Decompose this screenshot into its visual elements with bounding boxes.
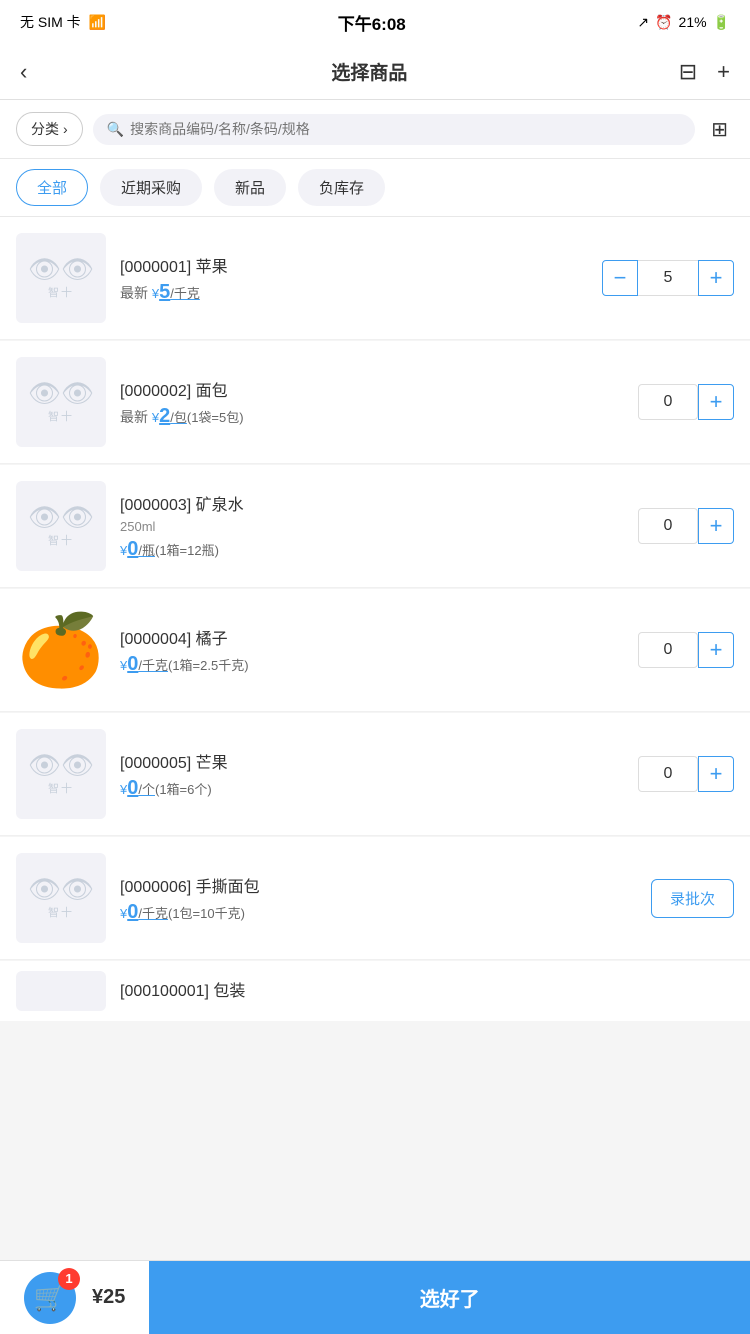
quantity-input[interactable] bbox=[638, 508, 698, 544]
quantity-decrease[interactable]: − bbox=[602, 260, 638, 296]
list-item: 🍊 [0000004] 橘子 ¥0/千克(1箱=2.5千克) + bbox=[0, 589, 750, 712]
product-name: [0000003] 矿泉水 bbox=[120, 491, 624, 515]
filter-tabs: 全部 近期采购 新品 负库存 bbox=[0, 159, 750, 217]
tab-all[interactable]: 全部 bbox=[16, 169, 88, 206]
product-image bbox=[16, 971, 106, 1011]
nav-actions: ⊟ + bbox=[679, 59, 730, 85]
quantity-control: + bbox=[638, 632, 734, 668]
bottom-bar: 🛒 1 ¥25 选好了 bbox=[0, 1260, 750, 1334]
category-label: 分类 bbox=[31, 119, 59, 139]
status-carrier: 无 SIM 卡 📶 bbox=[20, 12, 106, 32]
product-emoji: 🍊 bbox=[17, 605, 104, 695]
product-info: [0000002] 面包 最新 ¥2/包(1袋=5包) bbox=[120, 377, 624, 428]
list-item: 👁👁 智十 [0000002] 面包 最新 ¥2/包(1袋=5包) + bbox=[0, 341, 750, 464]
wifi-icon: 📶 bbox=[89, 14, 106, 31]
status-time: 下午6:08 bbox=[338, 10, 406, 35]
location-icon: ↗ bbox=[637, 14, 649, 31]
cart-icon-wrapper[interactable]: 🛒 1 bbox=[24, 1272, 76, 1324]
product-name: [0000001] 苹果 bbox=[120, 253, 588, 277]
battery-text: 21% bbox=[679, 14, 707, 30]
product-spec: 250ml bbox=[120, 519, 624, 534]
list-item: 👁👁 智十 [0000001] 苹果 最新 ¥5/千克 − + bbox=[0, 217, 750, 340]
quantity-control: + bbox=[638, 756, 734, 792]
status-indicators: ↗ ⏰ 21% 🔋 bbox=[637, 14, 730, 31]
quantity-increase[interactable]: + bbox=[698, 756, 734, 792]
list-item: 👁👁 智十 [0000005] 芒果 ¥0/个(1箱=6个) + bbox=[0, 713, 750, 836]
product-price: 最新 ¥5/千克 bbox=[120, 281, 588, 304]
quantity-control: − + bbox=[602, 260, 734, 296]
search-bar: 分类 › 🔍 ⊞ bbox=[0, 100, 750, 159]
cart-badge: 1 bbox=[58, 1268, 80, 1290]
product-price: ¥0/千克(1包=10千克) bbox=[120, 901, 637, 924]
owl-placeholder: 👁👁 智十 bbox=[28, 256, 94, 300]
product-info: [0000006] 手撕面包 ¥0/千克(1包=10千克) bbox=[120, 873, 637, 924]
owl-placeholder: 👁👁 智十 bbox=[28, 752, 94, 796]
batch-button[interactable]: 录批次 bbox=[651, 879, 734, 918]
tab-new[interactable]: 新品 bbox=[214, 169, 286, 206]
quantity-input[interactable] bbox=[638, 384, 698, 420]
cart-section: 🛒 1 ¥25 bbox=[0, 1272, 149, 1324]
quantity-control: + bbox=[638, 384, 734, 420]
status-bar: 无 SIM 卡 📶 下午6:08 ↗ ⏰ 21% 🔋 bbox=[0, 0, 750, 44]
search-icon: 🔍 bbox=[107, 121, 124, 138]
quantity-control: + bbox=[638, 508, 734, 544]
product-image: 👁👁 智十 bbox=[16, 233, 106, 323]
product-info: [0000001] 苹果 最新 ¥5/千克 bbox=[120, 253, 588, 304]
tab-recent[interactable]: 近期采购 bbox=[100, 169, 202, 206]
product-name: [0000002] 面包 bbox=[120, 377, 624, 401]
product-price: ¥0/个(1箱=6个) bbox=[120, 777, 624, 800]
search-input[interactable] bbox=[130, 121, 681, 137]
owl-placeholder: 👁👁 智十 bbox=[28, 504, 94, 548]
filter-icon[interactable]: ⊟ bbox=[679, 59, 697, 85]
product-image: 👁👁 智十 bbox=[16, 481, 106, 571]
product-price: 最新 ¥2/包(1袋=5包) bbox=[120, 405, 624, 428]
product-image: 👁👁 智十 bbox=[16, 357, 106, 447]
product-name: [0000006] 手撕面包 bbox=[120, 873, 637, 897]
quantity-increase[interactable]: + bbox=[698, 384, 734, 420]
category-button[interactable]: 分类 › bbox=[16, 112, 83, 146]
quantity-increase[interactable]: + bbox=[698, 260, 734, 296]
add-button[interactable]: + bbox=[717, 59, 730, 85]
carrier-text: 无 SIM 卡 bbox=[20, 12, 81, 32]
back-button[interactable]: ‹ bbox=[20, 59, 60, 85]
product-price: ¥0/瓶(1箱=12瓶) bbox=[120, 538, 624, 561]
product-name: [0000005] 芒果 bbox=[120, 749, 624, 773]
list-item: 👁👁 智十 [0000006] 手撕面包 ¥0/千克(1包=10千克) 录批次 bbox=[0, 837, 750, 960]
quantity-increase[interactable]: + bbox=[698, 632, 734, 668]
product-image: 👁👁 智十 bbox=[16, 729, 106, 819]
list-item: [000100001] 包装 bbox=[0, 961, 750, 1021]
product-info: [0000004] 橘子 ¥0/千克(1箱=2.5千克) bbox=[120, 625, 624, 676]
product-info: [000100001] 包装 bbox=[120, 977, 734, 1005]
list-item: 👁👁 智十 [0000003] 矿泉水 250ml ¥0/瓶(1箱=12瓶) + bbox=[0, 465, 750, 588]
owl-placeholder: 👁👁 智十 bbox=[28, 876, 94, 920]
product-list: 👁👁 智十 [0000001] 苹果 最新 ¥5/千克 − + 👁👁 智十 [ bbox=[0, 217, 750, 1021]
quantity-input[interactable] bbox=[638, 756, 698, 792]
scan-icon[interactable]: ⊞ bbox=[705, 115, 734, 144]
product-info: [0000003] 矿泉水 250ml ¥0/瓶(1箱=12瓶) bbox=[120, 491, 624, 561]
search-wrapper: 🔍 bbox=[93, 114, 696, 145]
tab-negative[interactable]: 负库存 bbox=[298, 169, 385, 206]
product-image: 🍊 bbox=[16, 605, 106, 695]
product-image: 👁👁 智十 bbox=[16, 853, 106, 943]
cart-total: ¥25 bbox=[92, 1286, 125, 1309]
page-title: 选择商品 bbox=[331, 58, 407, 85]
battery-icon: 🔋 bbox=[713, 14, 730, 31]
confirm-button[interactable]: 选好了 bbox=[149, 1261, 750, 1334]
nav-bar: ‹ 选择商品 ⊟ + bbox=[0, 44, 750, 100]
category-chevron: › bbox=[63, 121, 68, 137]
owl-placeholder: 👁👁 智十 bbox=[28, 380, 94, 424]
product-name: [0000004] 橘子 bbox=[120, 625, 624, 649]
quantity-input[interactable] bbox=[638, 260, 698, 296]
product-name: [000100001] 包装 bbox=[120, 977, 734, 1001]
quantity-increase[interactable]: + bbox=[698, 508, 734, 544]
alarm-icon: ⏰ bbox=[655, 14, 672, 31]
product-price: ¥0/千克(1箱=2.5千克) bbox=[120, 653, 624, 676]
product-info: [0000005] 芒果 ¥0/个(1箱=6个) bbox=[120, 749, 624, 800]
quantity-input[interactable] bbox=[638, 632, 698, 668]
